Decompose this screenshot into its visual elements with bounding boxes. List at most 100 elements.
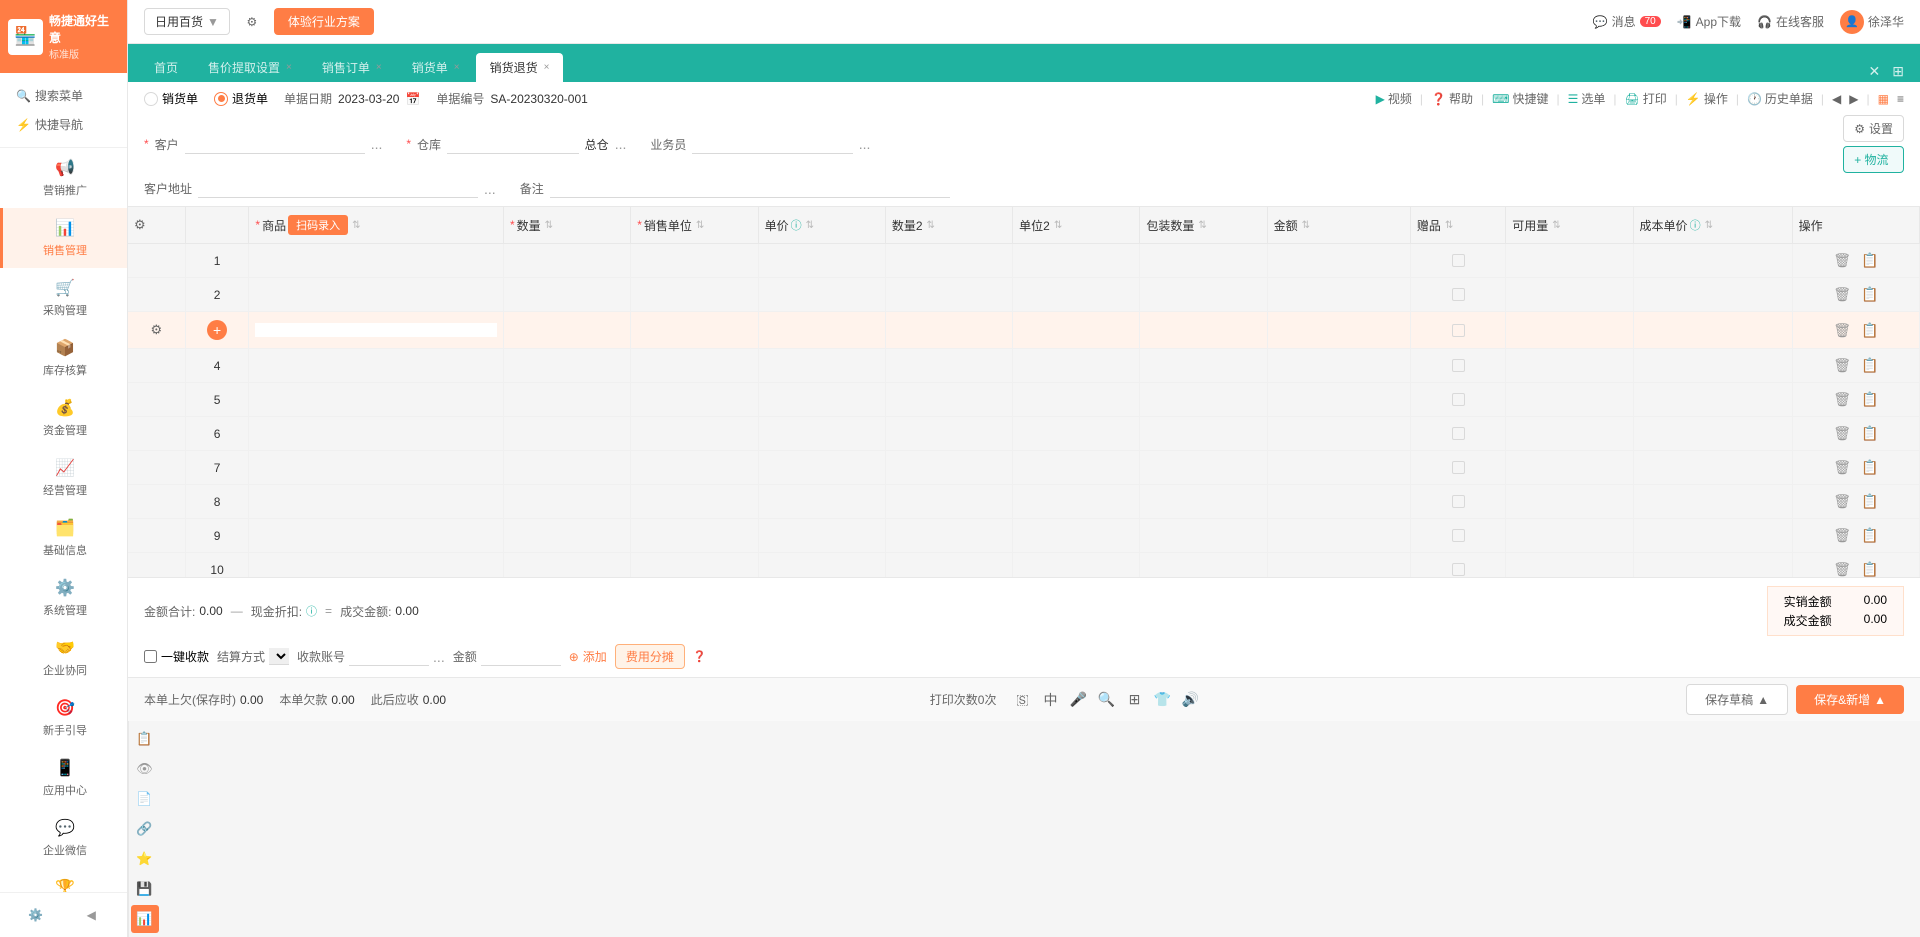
row-unit2-cell[interactable] [1013, 519, 1140, 553]
row-qty-cell[interactable] [503, 383, 630, 417]
message-btn[interactable]: 💬 消息 70 [1593, 13, 1661, 30]
action-video[interactable]: ▶ 视频 [1376, 90, 1412, 107]
row-amount-cell[interactable] [1267, 383, 1410, 417]
row-pack-cell[interactable] [1140, 278, 1267, 312]
right-panel-btn-7[interactable]: 📊 [131, 905, 159, 933]
row-qty2-cell[interactable] [885, 278, 1012, 312]
gift-checkbox[interactable] [1452, 563, 1465, 576]
pack-sort-icon[interactable]: ⇅ [1198, 220, 1206, 231]
cash-discount-info-icon[interactable]: ⓘ [306, 603, 317, 619]
row-unit-cell[interactable] [631, 519, 758, 553]
row-cost-cell[interactable] [1633, 383, 1792, 417]
tab-sales-order[interactable]: 销售订单 × [308, 53, 396, 82]
radio-delivery[interactable]: 销货单 [144, 90, 198, 107]
delete-row-btn[interactable]: 🗑 [1831, 284, 1853, 305]
row-amount-cell[interactable] [1267, 349, 1410, 383]
sidebar-item-purchase[interactable]: 🛒 采购管理 [0, 268, 127, 328]
gift-checkbox[interactable] [1452, 359, 1465, 372]
row-cost-cell[interactable] [1633, 485, 1792, 519]
toolbar-icon-3[interactable]: 🎤 [1066, 688, 1090, 712]
delete-row-btn[interactable]: 🗑 [1831, 457, 1853, 478]
row-qty2-cell[interactable] [885, 519, 1012, 553]
row-pack-cell[interactable] [1140, 451, 1267, 485]
action-select[interactable]: ☰ 选单 [1568, 90, 1606, 107]
gift-checkbox[interactable] [1452, 461, 1465, 474]
row-price-cell[interactable] [758, 485, 885, 519]
row-unit2-cell[interactable] [1013, 312, 1140, 349]
row-unit-cell[interactable] [631, 417, 758, 451]
row-amount-cell[interactable] [1267, 244, 1410, 278]
customer-select-btn[interactable]: ... [371, 136, 383, 152]
product-sort-icon[interactable]: ⇅ [352, 220, 360, 231]
row-unit-cell[interactable] [631, 244, 758, 278]
row-cost-cell[interactable] [1633, 451, 1792, 485]
row-gift-cell[interactable] [1410, 451, 1505, 485]
row-available-cell[interactable] [1506, 278, 1633, 312]
sidebar-collapse-btn[interactable]: ◀ [77, 901, 105, 929]
price-info-icon[interactable]: ⓘ [791, 217, 802, 233]
delete-row-btn[interactable]: 🗑 [1831, 423, 1853, 444]
row-available-cell[interactable] [1506, 451, 1633, 485]
sidebar-item-finance[interactable]: 💰 资金管理 [0, 388, 127, 448]
user-profile-btn[interactable]: 👤 徐泽华 [1840, 10, 1904, 34]
prev-record-btn[interactable]: ◀ [1832, 92, 1841, 106]
row-gift-cell[interactable] [1410, 519, 1505, 553]
row-pack-cell[interactable] [1140, 553, 1267, 578]
row-qty-cell[interactable] [503, 451, 630, 485]
row-qty2-cell[interactable] [885, 553, 1012, 578]
next-record-btn[interactable]: ▶ [1849, 92, 1858, 106]
toolbar-icon-6[interactable]: 👕 [1150, 688, 1174, 712]
tab-close-sales-delivery[interactable]: × [454, 62, 460, 73]
save-draft-btn[interactable]: 保存草稿 ▲ [1686, 684, 1788, 715]
cost-info-icon[interactable]: ⓘ [1690, 217, 1701, 233]
row-unit2-cell[interactable] [1013, 349, 1140, 383]
toolbar-icon-4[interactable]: 🔍 [1094, 688, 1118, 712]
product-input[interactable] [255, 323, 497, 337]
sidebar-item-operation[interactable]: 📈 经营管理 [0, 448, 127, 508]
toolbar-icon-5[interactable]: ⊞ [1122, 688, 1146, 712]
warehouse-input[interactable] [447, 135, 579, 154]
row-qty2-cell[interactable] [885, 451, 1012, 485]
right-panel-btn-6[interactable]: 💾 [131, 875, 159, 903]
row-unit2-cell[interactable] [1013, 553, 1140, 578]
row-unit2-cell[interactable] [1013, 485, 1140, 519]
row-pack-cell[interactable] [1140, 383, 1267, 417]
row-gift-cell[interactable] [1410, 383, 1505, 417]
tab-home[interactable]: 首页 [140, 53, 192, 82]
row-price-cell[interactable] [758, 349, 885, 383]
row-pack-cell[interactable] [1140, 485, 1267, 519]
right-panel-btn-2[interactable]: 👁 [131, 755, 159, 783]
gift-checkbox[interactable] [1452, 254, 1465, 267]
row-unit-cell[interactable] [631, 451, 758, 485]
row-cost-cell[interactable] [1633, 519, 1792, 553]
gift-checkbox[interactable] [1452, 495, 1465, 508]
row-qty-cell[interactable] [503, 417, 630, 451]
copy-row-btn[interactable]: 📋 [1859, 423, 1880, 444]
right-panel-btn-3[interactable]: 📄 [131, 785, 159, 813]
sidebar-item-inventory[interactable]: 📦 库存核算 [0, 328, 127, 388]
account-input[interactable] [349, 647, 429, 666]
row-amount-cell[interactable] [1267, 553, 1410, 578]
row-product-cell[interactable] [249, 312, 504, 349]
row-unit2-cell[interactable] [1013, 244, 1140, 278]
close-all-tabs-btn[interactable]: ✕ [1865, 61, 1885, 82]
tab-sales-return[interactable]: 销货退货 × [476, 53, 564, 82]
customer-input[interactable] [185, 135, 365, 154]
row-unit-cell[interactable] [631, 312, 758, 349]
tab-close-sales-return[interactable]: × [544, 62, 550, 73]
price-sort-icon[interactable]: ⇅ [806, 220, 814, 231]
row-available-cell[interactable] [1506, 519, 1633, 553]
staff-select-btn[interactable]: ... [859, 136, 871, 152]
copy-row-btn[interactable]: 📋 [1859, 389, 1880, 410]
sidebar-settings-btn[interactable]: ⚙️ [22, 901, 50, 929]
online-service-btn[interactable]: 🎧 在线客服 [1757, 13, 1824, 30]
row-price-cell[interactable] [758, 519, 885, 553]
calendar-icon[interactable]: 📅 [405, 92, 420, 106]
qty-sort-icon[interactable]: ⇅ [545, 220, 553, 231]
right-panel-btn-4[interactable]: 🔗 [131, 815, 159, 843]
row-available-cell[interactable] [1506, 417, 1633, 451]
row-price-cell[interactable] [758, 244, 885, 278]
tab-close-price-setting[interactable]: × [286, 62, 292, 73]
row-price-cell[interactable] [758, 312, 885, 349]
unit-sort-icon[interactable]: ⇅ [696, 220, 704, 231]
